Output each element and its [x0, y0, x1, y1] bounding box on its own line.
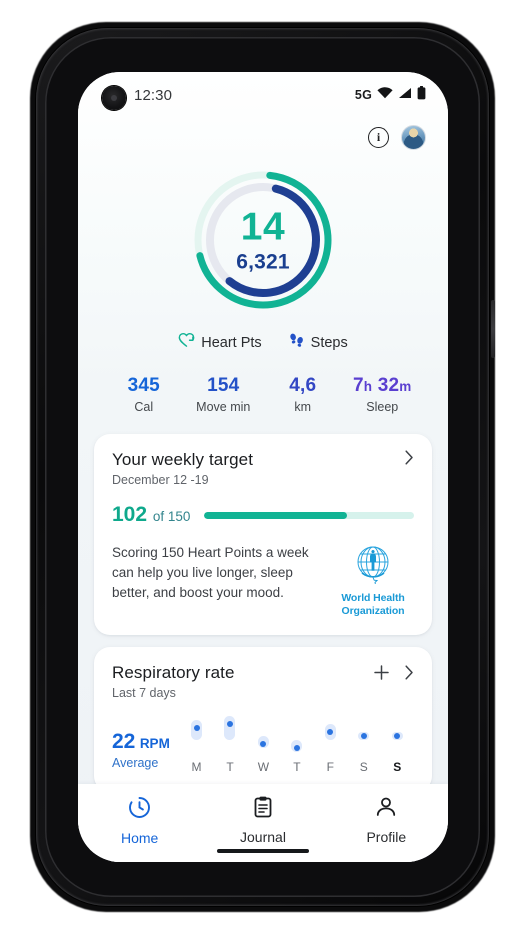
stat-distance[interactable]: 4,6 km	[263, 375, 343, 414]
respiratory-range-band	[224, 716, 236, 741]
person-icon	[374, 795, 398, 824]
stat-sleep-value: 7h 32m	[343, 375, 423, 397]
who-badge: World Health Organization	[332, 543, 414, 617]
respiratory-chart[interactable]: MTWTFSS	[180, 712, 414, 774]
respiratory-axis-label: S	[393, 760, 402, 775]
respiratory-header-icons	[374, 663, 414, 680]
who-name-line2: Organization	[341, 604, 405, 617]
status-time: 12:30	[134, 86, 173, 104]
weekly-target-progress-bar	[204, 511, 414, 519]
who-logo-icon	[348, 546, 398, 588]
weekly-target-date-range: December 12 -19	[112, 473, 209, 487]
respiratory-subtitle: Last 7 days	[112, 686, 176, 701]
nav-item-profile-label: Profile	[366, 829, 407, 845]
nav-item-home-label: Home	[120, 830, 159, 846]
legend-steps[interactable]: Steps	[288, 332, 348, 353]
weekly-target-description: Scoring 150 Heart Points a week can help…	[112, 545, 309, 600]
info-icon[interactable]: i	[368, 126, 389, 148]
who-name: World Health Organization	[332, 592, 414, 617]
activity-ring[interactable]: 14 6,321	[78, 154, 448, 326]
respiratory-rate-card[interactable]: Respiratory rate Last 7 days 22 RPM Aver…	[94, 647, 432, 793]
legend-heart-points-label: Heart Pts	[201, 334, 262, 351]
stat-sleep-label: Sleep	[366, 400, 399, 414]
respiratory-data-point[interactable]	[193, 725, 200, 732]
screenshot-stage: 12:30 5G i 14 6,321 Heart Pts Steps 345 …	[0, 0, 525, 941]
nav-item-journal[interactable]: Journal	[217, 795, 309, 845]
respiratory-axis-labels: MTWTFSS	[180, 760, 414, 774]
status-bar: 12:30 5G	[78, 72, 448, 118]
stat-distance-label: km	[294, 400, 312, 414]
respiratory-plot	[180, 712, 414, 756]
legend-heart-points[interactable]: Heart Pts	[178, 332, 262, 353]
respiratory-average: 22 RPM Average	[112, 730, 170, 774]
cards-area: Your weekly target December 12 -19 102 o…	[78, 434, 448, 845]
stat-calories-label: Cal	[134, 400, 154, 414]
power-button[interactable]	[491, 300, 495, 358]
who-name-line1: World Health	[341, 592, 405, 604]
respiratory-body: 22 RPM Average M T W T F S S	[112, 712, 414, 774]
front-camera	[102, 86, 126, 110]
stat-sleep-hours: 7	[353, 375, 364, 396]
stats-row: 345 Cal 154 Move min 4,6 km 7h 32m Sleep	[78, 375, 448, 414]
weekly-target-goal: of 150	[152, 509, 191, 524]
home-indicator[interactable]	[217, 849, 309, 853]
respiratory-axis-label: W	[257, 760, 270, 775]
respiratory-axis-label: T	[293, 760, 301, 775]
weekly-target-card[interactable]: Your weekly target December 12 -19 102 o…	[94, 434, 432, 636]
chevron-right-icon[interactable]	[405, 665, 414, 680]
stat-move-min-label: Move min	[196, 400, 251, 414]
stat-move-min-value: 154	[207, 375, 240, 396]
stat-move-min[interactable]: 154 Move min	[184, 375, 264, 414]
respiratory-axis-label: T	[226, 760, 234, 775]
stat-calories-value: 345	[127, 375, 160, 396]
chevron-right-icon[interactable]	[405, 450, 414, 465]
weekly-target-current-value: 102	[112, 503, 148, 526]
network-type-label: 5G	[354, 88, 372, 102]
clipboard-icon	[251, 795, 275, 824]
stat-sleep-hours-unit: h	[363, 379, 373, 394]
respiratory-average-label: Average	[112, 756, 159, 771]
avatar[interactable]	[401, 124, 426, 150]
wifi-icon	[377, 86, 393, 104]
stat-sleep[interactable]: 7h 32m Sleep	[343, 375, 423, 414]
bottom-navigation: Home Journal Profile	[78, 784, 448, 862]
heart-points-value: 14	[240, 205, 286, 249]
respiratory-axis-label: M	[191, 760, 202, 775]
stat-distance-value: 4,6	[289, 375, 317, 396]
stat-sleep-minutes: 32	[377, 375, 400, 396]
legend-steps-label: Steps	[310, 334, 348, 351]
header-actions: i	[78, 118, 448, 152]
ring-center-values: 14 6,321	[236, 208, 290, 273]
status-indicators: 5G	[354, 85, 426, 105]
respiratory-data-point[interactable]	[360, 733, 367, 740]
respiratory-axis-label: S	[359, 760, 368, 775]
weekly-target-header: Your weekly target December 12 -19	[112, 450, 414, 487]
weekly-target-current: 102 of 150	[112, 503, 190, 527]
plus-icon[interactable]	[374, 665, 389, 680]
footprints-icon	[288, 332, 305, 353]
nav-item-journal-label: Journal	[240, 829, 286, 845]
battery-icon	[417, 85, 426, 105]
stat-calories[interactable]: 345 Cal	[104, 375, 184, 414]
respiratory-axis-label: F	[326, 760, 335, 775]
weekly-target-progress-row: 102 of 150	[112, 503, 414, 527]
nav-item-profile[interactable]: Profile	[340, 795, 432, 845]
respiratory-average-row: 22 RPM	[112, 730, 170, 754]
app-scroll-container[interactable]: 12:30 5G i 14 6,321 Heart Pts Steps 345 …	[78, 72, 448, 862]
ring-legend: Heart Pts Steps	[78, 332, 448, 353]
activity-ring-icon	[127, 795, 152, 825]
stat-sleep-minutes-unit: m	[399, 379, 412, 394]
nav-item-home[interactable]: Home	[94, 795, 186, 846]
phone-screen: 12:30 5G i 14 6,321 Heart Pts Steps 345 …	[78, 72, 448, 862]
respiratory-header: Respiratory rate Last 7 days	[112, 663, 414, 700]
cellular-signal-icon	[398, 86, 412, 104]
steps-value: 6,321	[236, 250, 290, 274]
respiratory-title: Respiratory rate	[112, 663, 235, 683]
respiratory-average-unit: RPM	[139, 736, 170, 752]
respiratory-average-value: 22	[112, 730, 136, 754]
weekly-target-body: Scoring 150 Heart Points a week can help…	[112, 543, 414, 617]
weekly-target-title: Your weekly target	[112, 450, 254, 469]
weekly-target-progress-fill	[204, 511, 347, 519]
heart-arrow-icon	[178, 332, 195, 353]
